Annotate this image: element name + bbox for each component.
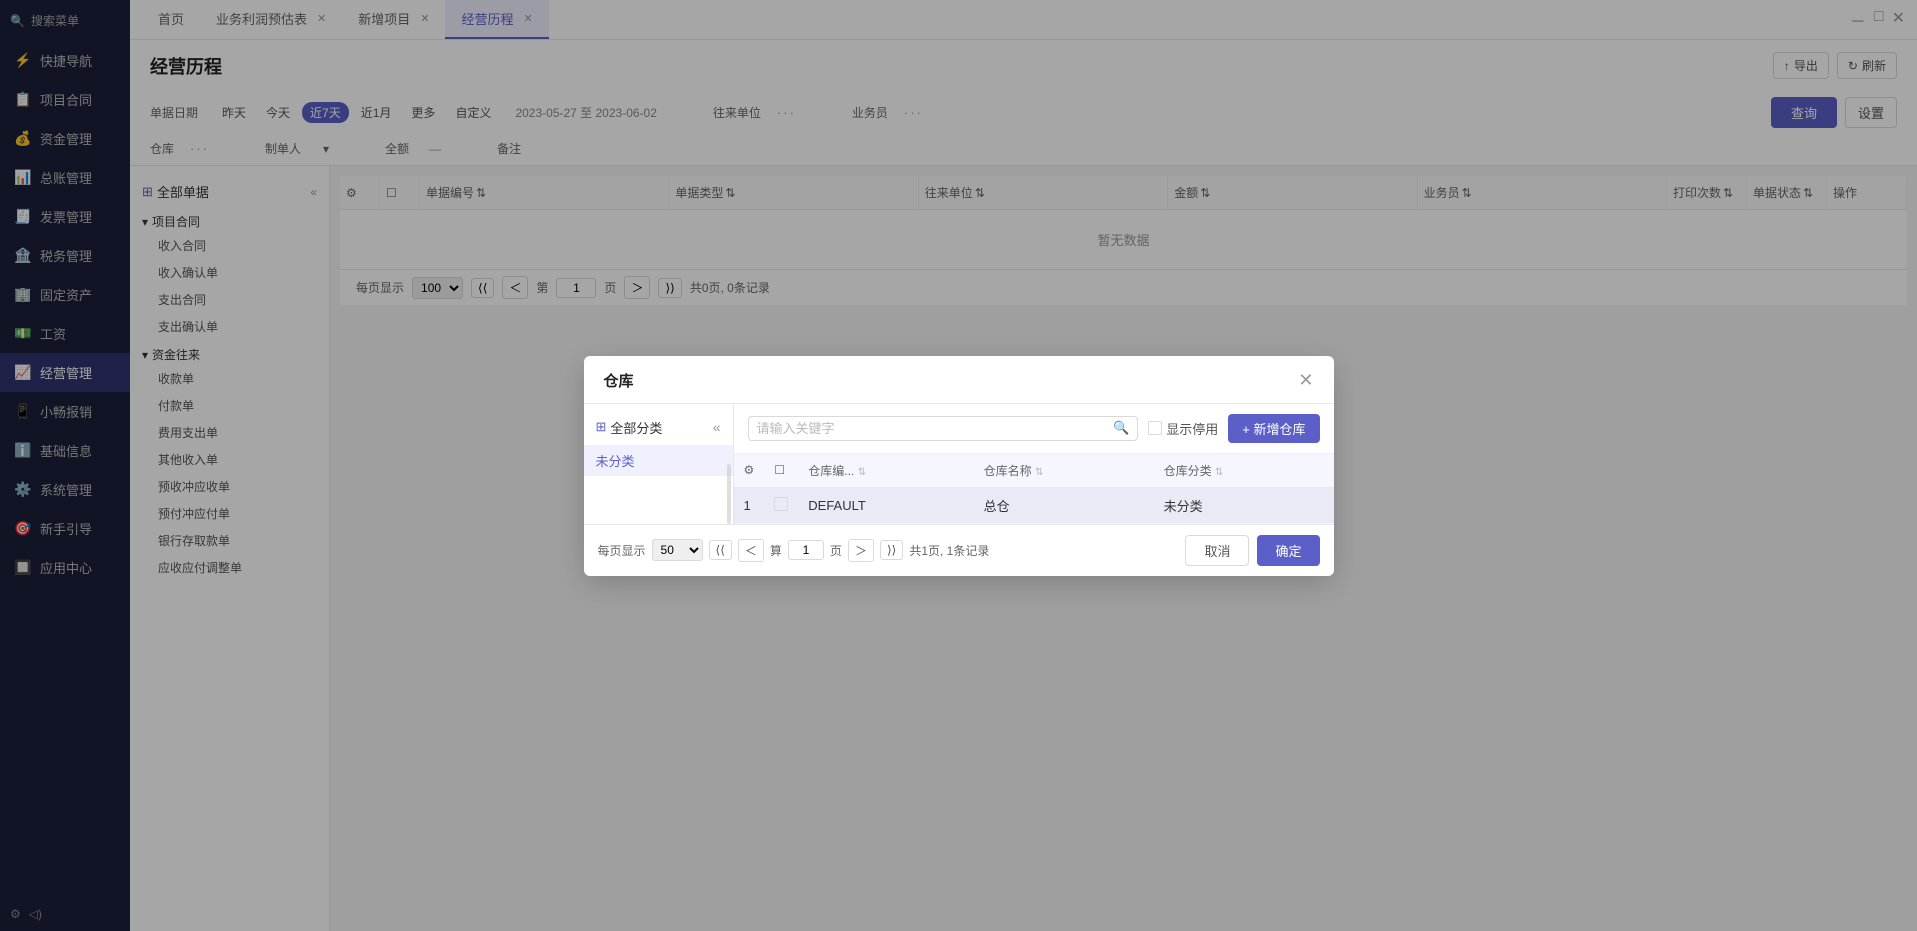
dialog-all-category[interactable]: 全部分类 — [610, 418, 662, 437]
dialog-table-row[interactable]: 1 DEFAULT 总仓 未分类 — [734, 487, 1334, 523]
show-disabled-checkbox[interactable] — [1148, 421, 1162, 435]
warehouse-dialog: 仓库 ✕ ⊞ 全部分类 « 未分类 — [584, 356, 1334, 576]
dialog-category-unclassified[interactable]: 未分类 — [584, 445, 733, 476]
show-disabled-label: 显示停用 — [1166, 419, 1218, 438]
dialog-page-next-btn[interactable]: ＞ — [848, 539, 874, 562]
dialog-page-input[interactable] — [788, 540, 824, 560]
dialog-th-code: 仓库编... ⇅ — [798, 454, 973, 488]
dialog-body: ⊞ 全部分类 « 未分类 🔍 — [584, 404, 1334, 524]
dialog-th-settings[interactable]: ⚙ — [734, 454, 765, 488]
row-code: DEFAULT — [798, 487, 973, 523]
dialog-cancel-btn[interactable]: 取消 — [1185, 535, 1249, 566]
dialog-total: 共1页, 1条记录 — [909, 542, 989, 559]
modal-overlay: 仓库 ✕ ⊞ 全部分类 « 未分类 — [0, 0, 1917, 931]
dialog-th-category: 仓库分类 ⇅ — [1154, 454, 1334, 488]
dialog-toolbar: 🔍 显示停用 + 新增仓库 — [734, 404, 1334, 454]
dialog-category-panel: ⊞ 全部分类 « 未分类 — [584, 404, 734, 524]
add-warehouse-btn[interactable]: + 新增仓库 — [1228, 414, 1319, 443]
dialog-header-row: ⚙ ☐ 仓库编... ⇅ 仓库名称 ⇅ — [734, 454, 1334, 488]
dialog-page-first-btn[interactable]: ⟨⟨ — [709, 540, 732, 560]
dialog-sort-name[interactable]: ⇅ — [1035, 467, 1043, 478]
dialog-page-prev-btn[interactable]: ＜ — [738, 539, 764, 562]
dialog-search-input[interactable] — [757, 417, 1114, 440]
dialog-table-body: 1 DEFAULT 总仓 未分类 — [734, 487, 1334, 523]
dialog-left-scrollbar — [727, 464, 731, 524]
show-disabled-wrap: 显示停用 — [1148, 419, 1218, 438]
dialog-per-page-select[interactable]: 50 100 200 — [652, 539, 703, 561]
dialog-footer-actions: 取消 确定 — [1185, 535, 1319, 566]
row-category: 未分类 — [1154, 487, 1334, 523]
dialog-page-last-btn[interactable]: ⟩⟩ — [880, 540, 903, 560]
dialog-per-page-label: 每页显示 — [598, 542, 646, 559]
dialog-footer: 每页显示 50 100 200 ⟨⟨ ＜ 算 页 ＞ ⟩⟩ 共1页, 1条记录 … — [584, 524, 1334, 576]
dialog-sort-category[interactable]: ⇅ — [1215, 467, 1223, 478]
dialog-confirm-btn[interactable]: 确定 — [1257, 535, 1319, 566]
dialog-page-suffix: 页 — [830, 542, 842, 559]
dialog-right-panel: 🔍 显示停用 + 新增仓库 ⚙ ☐ — [734, 404, 1334, 524]
dialog-title: 仓库 — [604, 370, 634, 391]
row-name: 总仓 — [974, 487, 1154, 523]
dialog-th-check[interactable]: ☐ — [764, 454, 798, 488]
dialog-header: 仓库 ✕ — [584, 356, 1334, 404]
dialog-search-icon[interactable]: 🔍 — [1113, 420, 1129, 436]
dialog-collapse-btn[interactable]: « — [713, 419, 721, 435]
row-checkbox[interactable] — [764, 487, 798, 523]
dialog-table: ⚙ ☐ 仓库编... ⇅ 仓库名称 ⇅ — [734, 454, 1334, 524]
dialog-page-label: 算 — [770, 542, 782, 559]
dialog-table-head: ⚙ ☐ 仓库编... ⇅ 仓库名称 ⇅ — [734, 454, 1334, 488]
dialog-th-name: 仓库名称 ⇅ — [974, 454, 1154, 488]
dialog-category-header: ⊞ 全部分类 « — [584, 414, 733, 445]
dialog-search-wrap: 🔍 — [748, 416, 1139, 441]
row-index: 1 — [734, 487, 765, 523]
category-icon: ⊞ — [596, 419, 607, 435]
dialog-sort-code[interactable]: ⇅ — [858, 467, 866, 478]
dialog-close-btn[interactable]: ✕ — [1298, 370, 1313, 391]
dialog-table-wrap: ⚙ ☐ 仓库编... ⇅ 仓库名称 ⇅ — [734, 454, 1334, 524]
